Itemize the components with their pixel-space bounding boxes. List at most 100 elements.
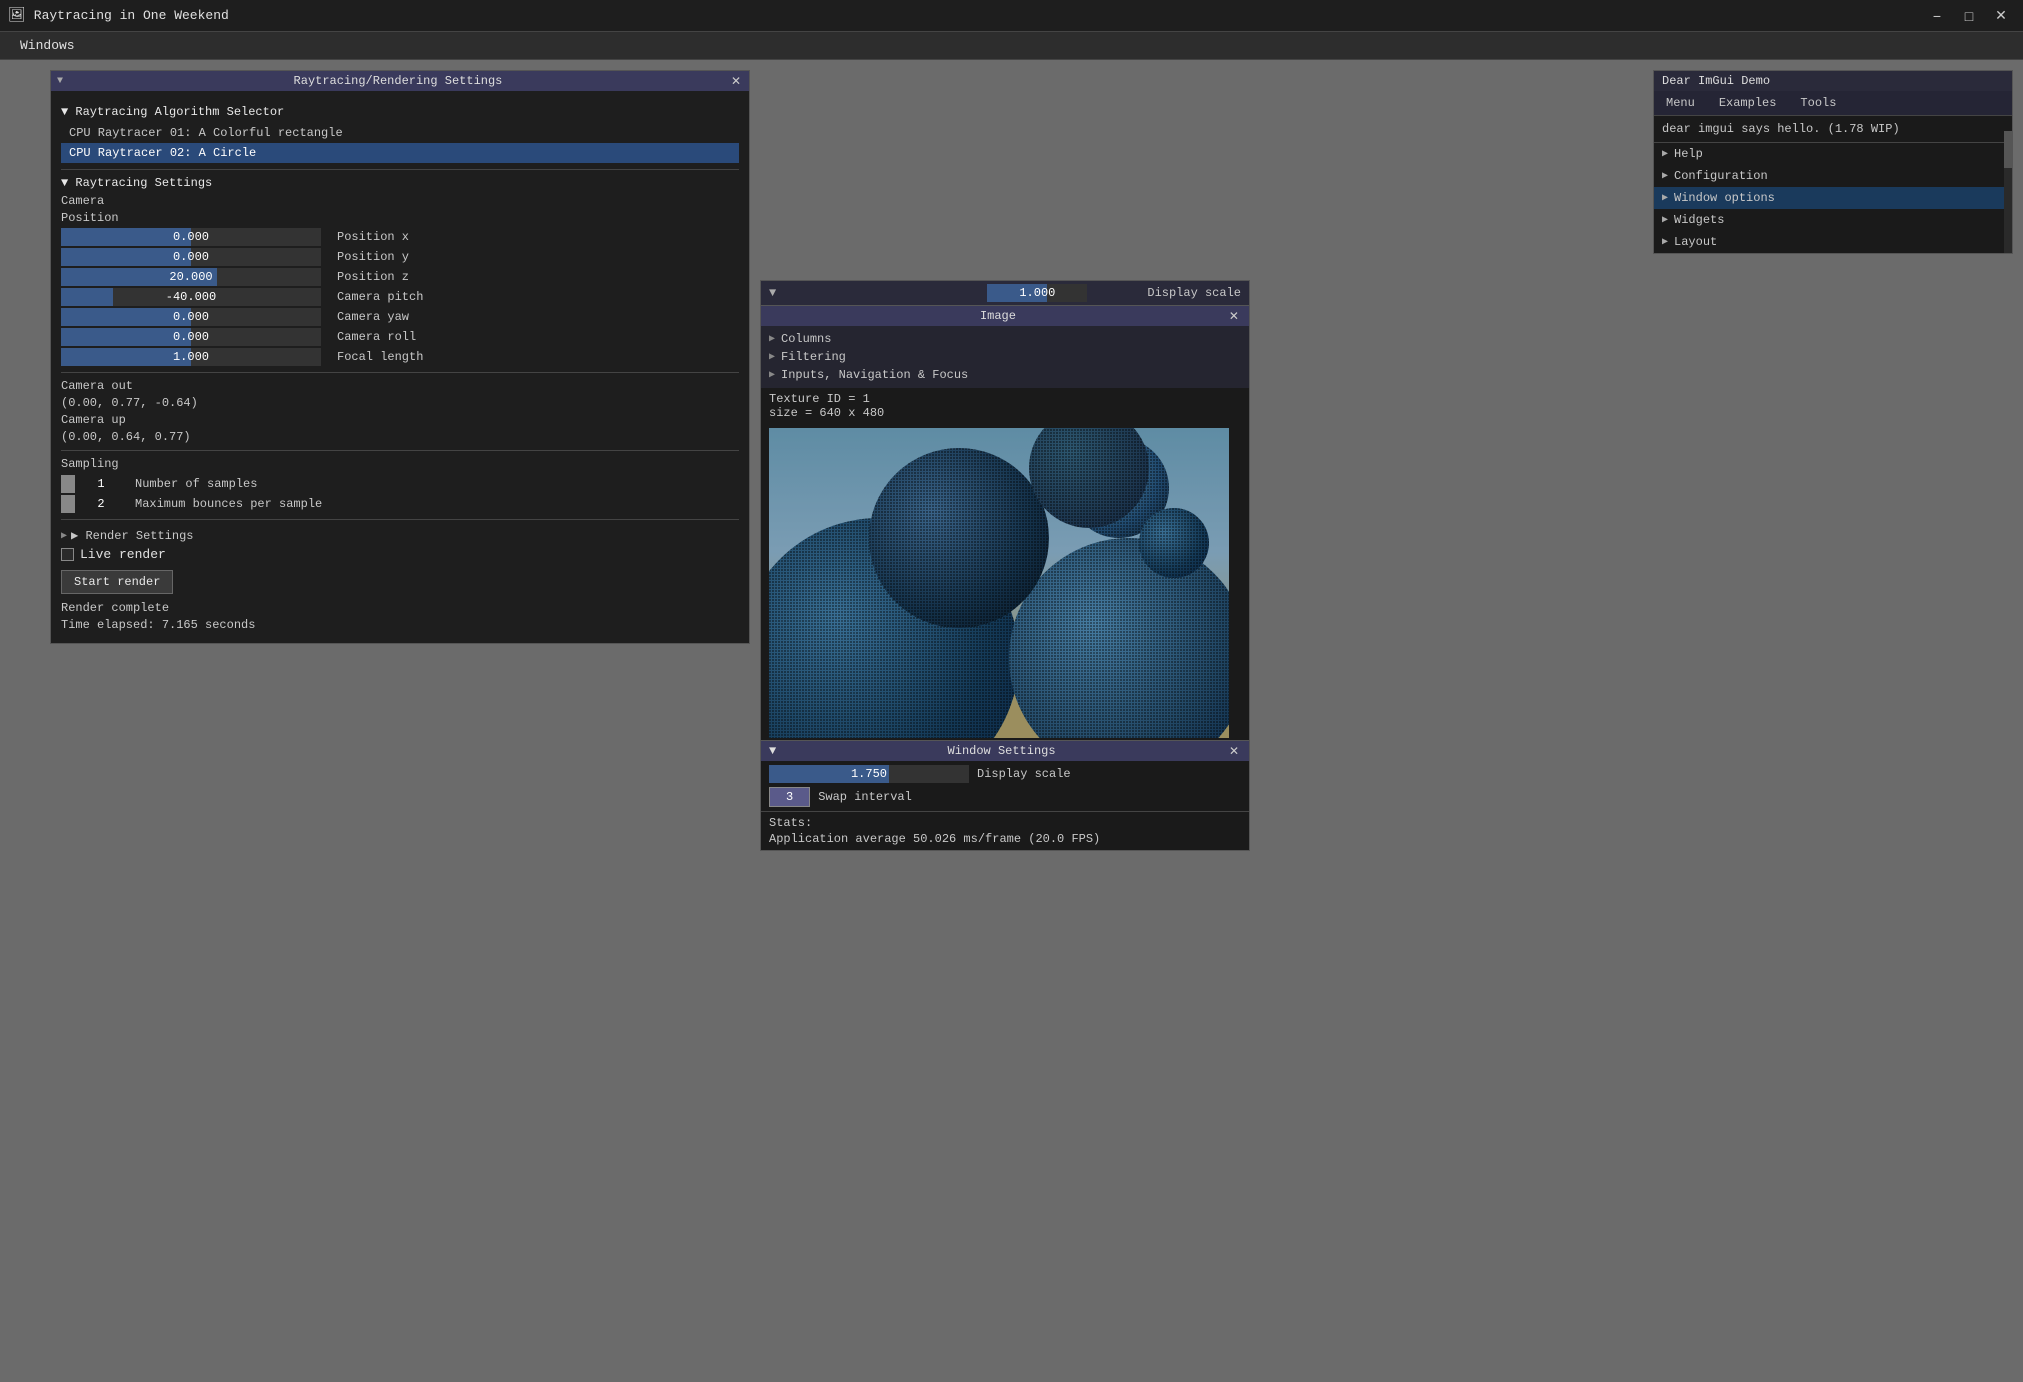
- win-display-scale-slider[interactable]: 1.750: [769, 765, 969, 783]
- columns-subitem[interactable]: ▶ Columns: [769, 330, 1241, 348]
- demo-scrollbar[interactable]: [2004, 131, 2012, 253]
- win-swap-interval-row: 3 Swap interval: [769, 787, 1241, 807]
- collapse-arrow-icon: ▼: [57, 76, 63, 87]
- image-window-close-button[interactable]: ✕: [1227, 309, 1241, 323]
- camera-yaw-label: Camera yaw: [337, 310, 409, 324]
- position-z-label: Position z: [337, 270, 409, 284]
- demo-tree-widgets-label: Widgets: [1674, 213, 1724, 227]
- demo-title-bar[interactable]: Dear ImGui Demo: [1654, 71, 2012, 91]
- demo-tree-configuration[interactable]: ▶ Configuration: [1654, 165, 2012, 187]
- win-swap-interval-label: Swap interval: [818, 790, 912, 804]
- raytracing-settings-window: ▼ Raytracing/Rendering Settings ✕ ▼ Rayt…: [50, 70, 750, 644]
- divider-1: [61, 169, 739, 170]
- divider-4: [61, 519, 739, 520]
- rt-settings-title-bar[interactable]: ▼ Raytracing/Rendering Settings ✕: [51, 71, 749, 91]
- position-label: Position: [61, 211, 739, 225]
- sampling-label: Sampling: [61, 457, 739, 471]
- param-row-camera-pitch: -40.000 Camera pitch: [61, 288, 739, 306]
- window-settings-close-button[interactable]: ✕: [1227, 744, 1241, 758]
- param-row-position-y: 0.000 Position y: [61, 248, 739, 266]
- divider-3: [61, 450, 739, 451]
- image-window: ▼ 1.000 Display scale Image ✕ ▶ Columns …: [760, 280, 1250, 743]
- window-settings-title-bar[interactable]: ▼ Window Settings ✕: [761, 741, 1249, 761]
- camera-roll-value: 0.000: [173, 330, 209, 344]
- image-sub-panels: ▶ Columns ▶ Filtering ▶ Inputs, Navigati…: [761, 326, 1249, 388]
- algorithm-option-0[interactable]: CPU Raytracer 01: A Colorful rectangle: [61, 123, 739, 143]
- texture-id-text: Texture ID = 1: [769, 392, 1241, 406]
- rt-settings-content: ▼ Raytracing Algorithm Selector CPU Rayt…: [51, 91, 749, 643]
- window-settings-title: Window Settings: [776, 744, 1227, 758]
- demo-menu-menu[interactable]: Menu: [1654, 93, 1707, 113]
- position-x-slider[interactable]: 0.000: [61, 228, 321, 246]
- live-render-checkbox[interactable]: [61, 548, 74, 561]
- sampling-row-1: 2 Maximum bounces per sample: [61, 495, 739, 513]
- texture-id-info: Texture ID = 1 size = 640 x 480: [761, 388, 1249, 424]
- display-scale-row: 1.000 Display scale: [987, 284, 1241, 302]
- camera-up-value: (0.00, 0.64, 0.77): [61, 430, 739, 444]
- bounces-value: 2: [81, 497, 121, 511]
- camera-pitch-slider[interactable]: -40.000: [61, 288, 321, 306]
- camera-pitch-label: Camera pitch: [337, 290, 423, 304]
- param-row-camera-roll: 0.000 Camera roll: [61, 328, 739, 346]
- position-x-value: 0.000: [173, 230, 209, 244]
- swap-interval-button[interactable]: 3: [769, 787, 810, 807]
- position-y-slider[interactable]: 0.000: [61, 248, 321, 266]
- raytracing-settings-header[interactable]: ▼ Raytracing Settings: [61, 176, 739, 190]
- position-z-value: 20.000: [169, 270, 212, 284]
- render-settings-header-text: ▶ Render Settings: [71, 528, 193, 543]
- samples-slider-handle[interactable]: [61, 475, 75, 493]
- columns-arrow-icon: ▶: [769, 333, 775, 345]
- position-z-slider[interactable]: 20.000: [61, 268, 321, 286]
- image-window-title-bar[interactable]: Image ✕: [761, 306, 1249, 326]
- app-title: Raytracing in One Weekend: [34, 8, 229, 23]
- rt-settings-title: Raytracing/Rendering Settings: [67, 74, 729, 88]
- filtering-subitem[interactable]: ▶ Filtering: [769, 348, 1241, 366]
- demo-tree-window-options[interactable]: ▶ Window options: [1654, 187, 2012, 209]
- stats-header: Stats:: [769, 816, 1241, 830]
- demo-tree-layout[interactable]: ▶ Layout: [1654, 231, 2012, 253]
- camera-up-label: Camera up: [61, 413, 739, 427]
- title-bar: 🖼 Raytracing in One Weekend − □ ✕: [0, 0, 2023, 32]
- algorithm-selector-header[interactable]: ▼ Raytracing Algorithm Selector: [61, 105, 739, 119]
- demo-tree-widgets[interactable]: ▶ Widgets: [1654, 209, 2012, 231]
- display-scale-icon: ▼: [769, 286, 776, 300]
- inputs-nav-focus-subitem[interactable]: ▶ Inputs, Navigation & Focus: [769, 366, 1241, 384]
- demo-menu-tools[interactable]: Tools: [1788, 93, 1848, 113]
- app-icon: 🖼: [8, 7, 26, 24]
- param-row-camera-yaw: 0.000 Camera yaw: [61, 308, 739, 326]
- bounces-slider-handle[interactable]: [61, 495, 75, 513]
- demo-scrollbar-thumb: [2004, 131, 2012, 168]
- position-y-value: 0.000: [173, 250, 209, 264]
- demo-tree-help-label: Help: [1674, 147, 1703, 161]
- menu-bar: Windows: [0, 32, 2023, 60]
- inputs-label: Inputs, Navigation & Focus: [781, 368, 968, 382]
- maximize-button[interactable]: □: [1955, 6, 1983, 26]
- stats-section: Stats: Application average 50.026 ms/fra…: [761, 811, 1249, 850]
- demo-tree-help[interactable]: ▶ Help: [1654, 143, 2012, 165]
- display-scale-value: 1.000: [1019, 286, 1055, 300]
- display-scale-slider[interactable]: 1.000: [987, 284, 1087, 302]
- window-settings-collapse-icon: ▼: [769, 744, 776, 758]
- camera-roll-slider[interactable]: 0.000: [61, 328, 321, 346]
- dear-imgui-demo-window: Dear ImGui Demo Menu Examples Tools dear…: [1653, 70, 2013, 254]
- render-settings-arrow-icon: ▶: [61, 530, 67, 542]
- menu-item-windows[interactable]: Windows: [8, 34, 87, 57]
- close-button[interactable]: ✕: [1987, 6, 2015, 26]
- camera-yaw-slider[interactable]: 0.000: [61, 308, 321, 326]
- focal-length-slider[interactable]: 1.000: [61, 348, 321, 366]
- algorithm-header-text: ▼ Raytracing Algorithm Selector: [61, 105, 284, 119]
- configuration-arrow-icon: ▶: [1662, 170, 1668, 182]
- window-settings-window: ▼ Window Settings ✕ 1.750 Display scale …: [760, 740, 1250, 851]
- display-scale-label: Display scale: [1147, 286, 1241, 300]
- sphere-medium: [869, 448, 1049, 628]
- demo-menu-examples[interactable]: Examples: [1707, 93, 1789, 113]
- rt-settings-close-button[interactable]: ✕: [729, 74, 743, 88]
- render-status: Render complete: [61, 601, 739, 615]
- algorithm-option-1[interactable]: CPU Raytracer 02: A Circle: [61, 143, 739, 163]
- start-render-button[interactable]: Start render: [61, 570, 173, 594]
- samples-value: 1: [81, 477, 121, 491]
- render-settings-header[interactable]: ▶ ▶ Render Settings: [61, 528, 739, 543]
- minimize-button[interactable]: −: [1923, 6, 1951, 26]
- demo-tree-layout-label: Layout: [1674, 235, 1717, 249]
- focal-length-value: 1.000: [173, 350, 209, 364]
